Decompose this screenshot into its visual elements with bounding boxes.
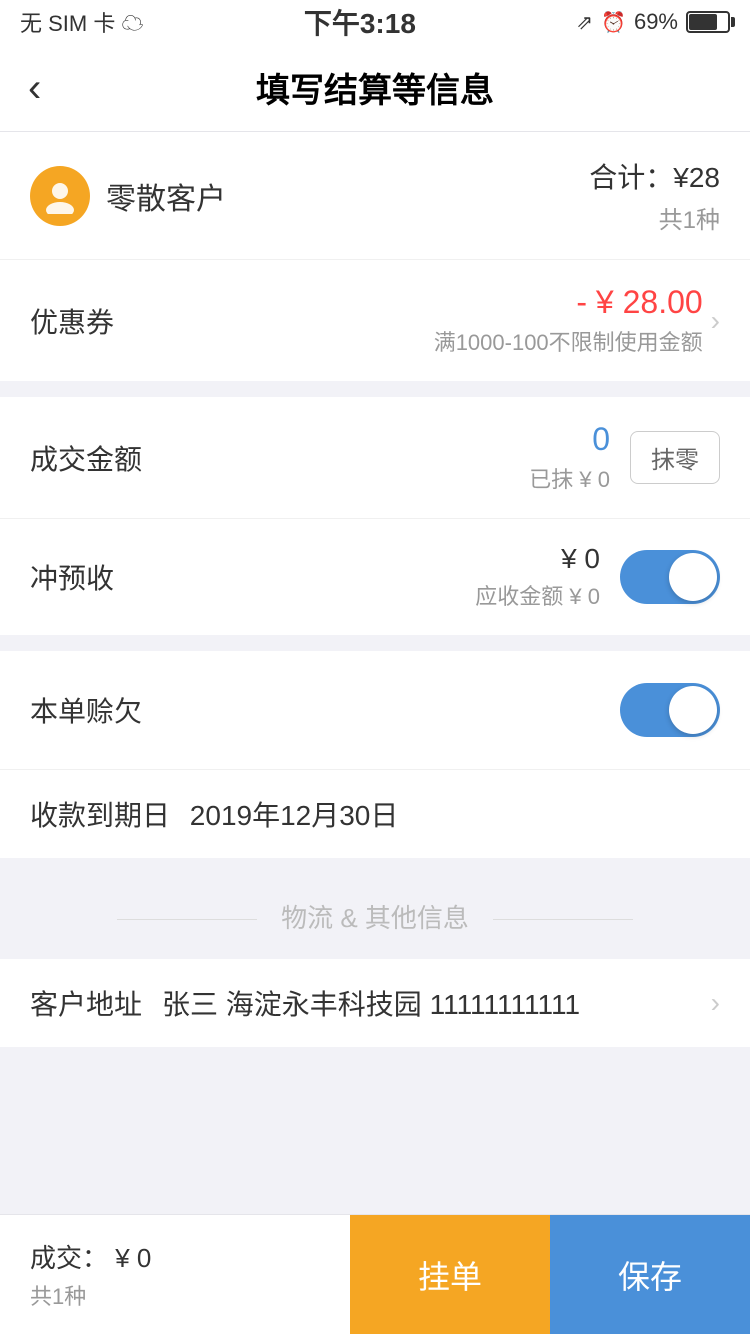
transaction-row: 成交金额 0 已抹 ¥ 0 抹零 (0, 397, 750, 518)
debt-label: 本单赊欠 (30, 690, 142, 730)
flush-label: 冲预收 (30, 557, 114, 597)
toggle-knob (669, 553, 717, 601)
address-chevron-icon: › (711, 987, 720, 1019)
status-right: ⇗ ⏰ 69% (576, 9, 730, 35)
logistics-divider: 物流 & 其他信息 (0, 874, 750, 959)
due-date-label: 收款到期日 (30, 800, 170, 831)
address-value: 张三 海淀永丰科技园 11111111111 (162, 983, 711, 1023)
coupon-right: - ¥ 28.00 满1000-100不限制使用金额 › (434, 284, 720, 357)
due-date-row: 收款到期日 2019年12月30日 (0, 769, 750, 858)
save-button[interactable]: 保存 (550, 1215, 750, 1334)
transaction-sub: 已抹 ¥ 0 (529, 462, 610, 494)
location-icon: ⇗ (576, 10, 593, 35)
flush-sub: 应收金额 ¥ 0 (475, 579, 600, 611)
flush-toggle[interactable] (620, 550, 720, 604)
status-bar: 无 SIM 卡 ☁ 下午3:18 ⇗ ⏰ 69% (0, 0, 750, 44)
transaction-value: 0 (529, 421, 610, 458)
flush-value-block: ¥ 0 应收金额 ¥ 0 (475, 543, 600, 611)
bottom-bar: 成交： ¥ 0 共1种 挂单 保存 (0, 1214, 750, 1334)
divider-line-right (493, 919, 633, 920)
back-button[interactable]: ‹ (28, 68, 41, 108)
status-time: 下午3:18 (304, 2, 416, 42)
customer-info: 零散客户 (30, 166, 226, 226)
due-date-value: 2019年12月30日 (190, 800, 399, 831)
coupon-chevron-icon: › (711, 305, 720, 337)
coupon-desc: 满1000-100不限制使用金额 (434, 325, 703, 357)
pending-button[interactable]: 挂单 (350, 1215, 550, 1334)
customer-row: 零散客户 合计：¥28 共1种 (0, 132, 750, 259)
debt-toggle-knob (669, 686, 717, 734)
bottom-summary-sub: 共1种 (30, 1279, 320, 1311)
divider-line-left (117, 919, 257, 920)
sim-status: 无 SIM 卡 ☁ (20, 6, 143, 38)
flush-row: 冲预收 ¥ 0 应收金额 ¥ 0 (0, 518, 750, 635)
coupon-content: - ¥ 28.00 满1000-100不限制使用金额 (434, 284, 703, 357)
debt-row: 本单赊欠 (0, 651, 750, 769)
debt-toggle[interactable] (620, 683, 720, 737)
transaction-right: 0 已抹 ¥ 0 抹零 (529, 421, 720, 494)
total-amount: 合计：¥28 (589, 156, 720, 196)
flush-right: ¥ 0 应收金额 ¥ 0 (475, 543, 720, 611)
flush-value: ¥ 0 (475, 543, 600, 575)
nav-bar: ‹ 填写结算等信息 (0, 44, 750, 132)
round-off-button[interactable]: 抹零 (630, 431, 720, 484)
battery-label: 69% (634, 9, 678, 35)
customer-section: 零散客户 合计：¥28 共1种 优惠券 - ¥ 28.00 满1000-100不… (0, 132, 750, 381)
transaction-label: 成交金额 (30, 438, 142, 478)
coupon-row[interactable]: 优惠券 - ¥ 28.00 满1000-100不限制使用金额 › (0, 259, 750, 381)
status-left: 无 SIM 卡 ☁ (20, 6, 143, 38)
avatar (30, 166, 90, 226)
debt-section: 本单赊欠 收款到期日 2019年12月30日 (0, 651, 750, 858)
total-count: 共1种 (589, 200, 720, 235)
customer-name: 零散客户 (106, 174, 226, 218)
address-label: 客户地址 (30, 983, 142, 1023)
address-row[interactable]: 客户地址 张三 海淀永丰科技园 11111111111 › (0, 959, 750, 1047)
page-title: 填写结算等信息 (256, 63, 494, 112)
transaction-value-block: 0 已抹 ¥ 0 (529, 421, 610, 494)
battery-icon (686, 11, 730, 33)
coupon-amount: - ¥ 28.00 (434, 284, 703, 321)
address-section: 客户地址 张三 海淀永丰科技园 11111111111 › (0, 959, 750, 1047)
logistics-text: 物流 & 其他信息 (281, 903, 469, 933)
transaction-section: 成交金额 0 已抹 ¥ 0 抹零 冲预收 ¥ 0 应收金额 ¥ 0 (0, 397, 750, 635)
coupon-label: 优惠券 (30, 301, 114, 341)
bottom-summary: 成交： ¥ 0 共1种 (0, 1238, 350, 1311)
bottom-summary-main: 成交： ¥ 0 (30, 1238, 320, 1275)
customer-total: 合计：¥28 共1种 (589, 156, 720, 235)
alarm-icon: ⏰ (601, 10, 626, 35)
